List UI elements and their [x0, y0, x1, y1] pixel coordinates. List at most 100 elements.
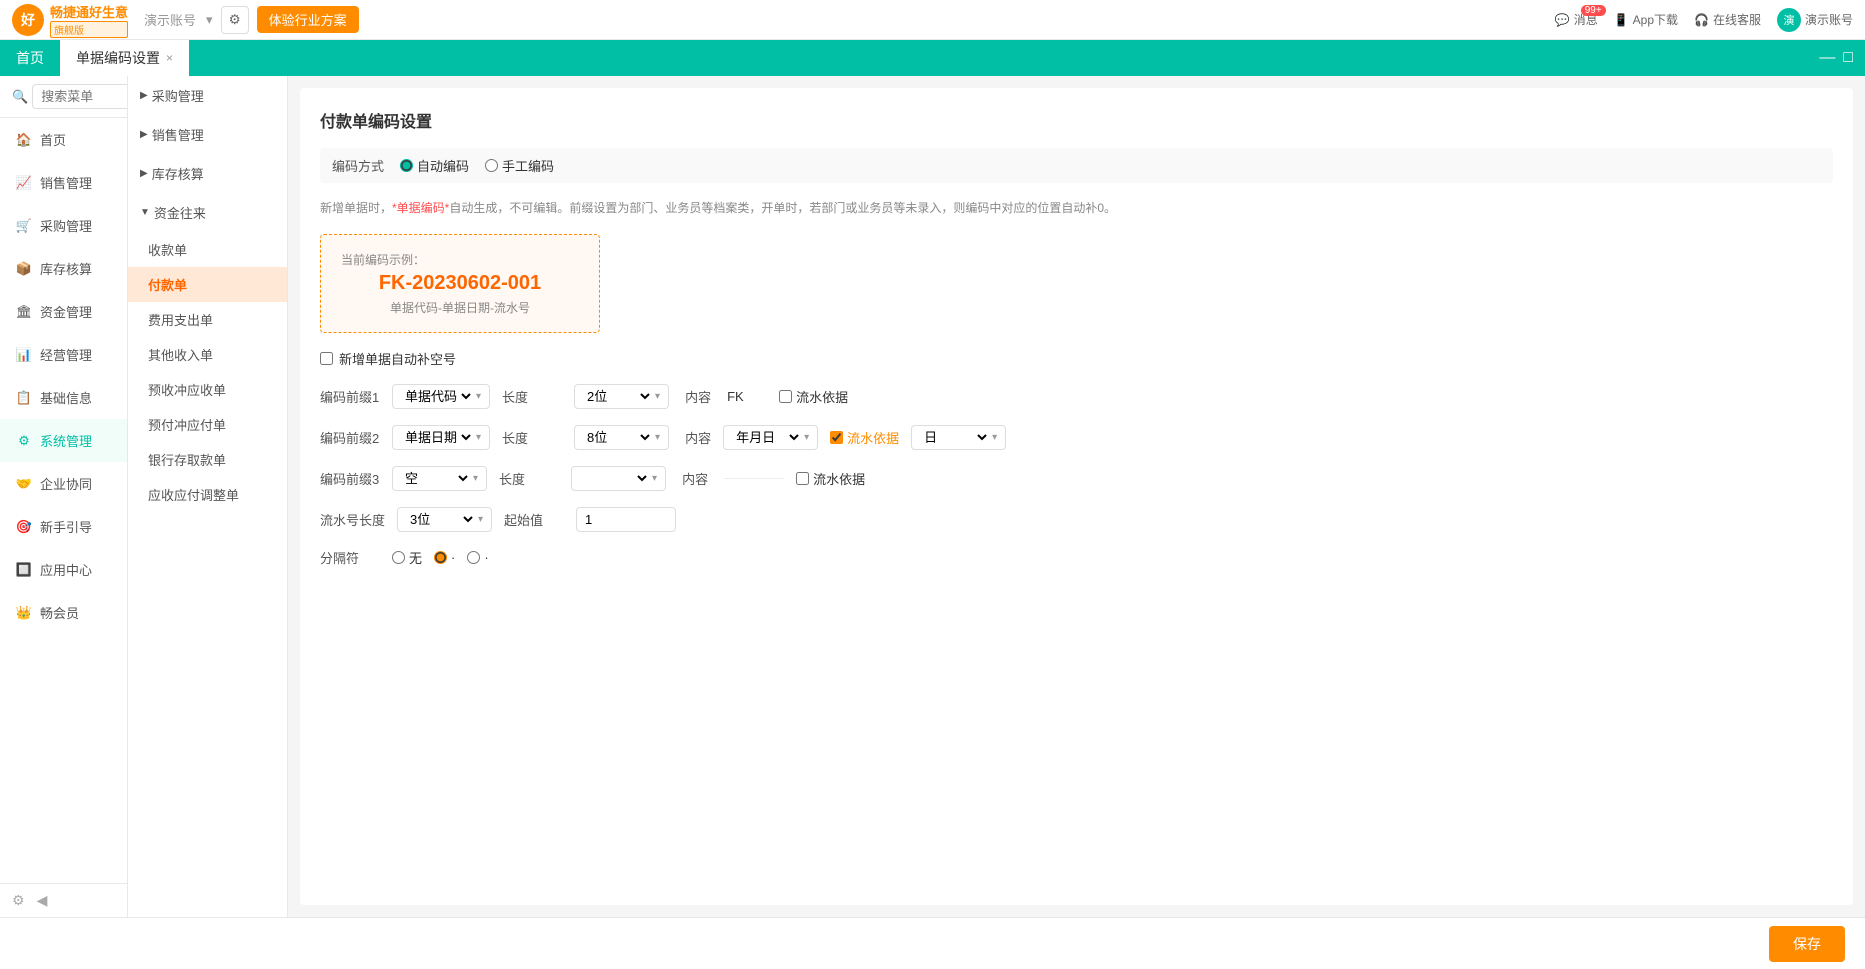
prefix-3-select[interactable]: 空	[401, 470, 471, 487]
example-sub: 单据代码-单据日期-流水号	[341, 299, 579, 316]
manual-code-radio-input[interactable]	[485, 159, 498, 172]
sep-dot-radio[interactable]	[434, 551, 447, 564]
sidebar-settings-icon[interactable]: ⚙	[12, 892, 25, 909]
sep-none[interactable]: 无	[392, 548, 422, 567]
sidebar-item-purchase[interactable]: 🛒 采购管理	[0, 204, 127, 247]
search-input[interactable]	[32, 84, 128, 109]
manual-code-radio[interactable]: 手工编码	[485, 156, 554, 175]
prefix-2-select[interactable]: 单据日期	[401, 429, 474, 446]
sub-item-bank[interactable]: 银行存取款单	[128, 442, 287, 477]
auto-code-radio[interactable]: 自动编码	[400, 156, 469, 175]
info-emphasis: *单据编码*	[392, 201, 449, 215]
content-2-select-wrap[interactable]: 年月日 ▾	[723, 425, 818, 450]
dropdown-arrow-icon[interactable]: ▾	[206, 12, 213, 28]
online-service-button[interactable]: 🎧 在线客服	[1694, 11, 1761, 28]
length-2-select[interactable]: 8位	[583, 429, 653, 446]
sidebar-item-collab-label: 企业协同	[40, 474, 92, 493]
sub-item-other-income[interactable]: 其他收入单	[128, 337, 287, 372]
sidebar-item-inventory[interactable]: 📦 库存核算	[0, 247, 127, 290]
content-2-dropdown-icon: ▾	[804, 432, 809, 443]
content-2-label: 内容	[685, 428, 711, 447]
day-select[interactable]: 日 月 年	[920, 429, 990, 446]
app-download-button[interactable]: 📱 App下载	[1614, 11, 1678, 28]
sub-item-expense[interactable]: 费用支出单	[128, 302, 287, 337]
serial-length-select-wrap[interactable]: 3位 4位 5位 ▾	[397, 507, 492, 532]
serial-length-select[interactable]: 3位 4位 5位	[406, 511, 476, 528]
sep-dot2-radio[interactable]	[467, 551, 480, 564]
maximize-icon[interactable]: □	[1843, 49, 1853, 67]
sub-group-purchase-title[interactable]: ▶ 采购管理	[128, 76, 287, 115]
serial-basis-3-checkbox[interactable]	[796, 472, 809, 485]
sidebar-item-apps-label: 应用中心	[40, 560, 92, 579]
sidebar-collapse-icon[interactable]: ◀	[37, 892, 48, 909]
inventory-icon: 📦	[16, 261, 32, 277]
prefix-2-select-wrap[interactable]: 单据日期 ▾	[392, 425, 490, 450]
prefix-1-dropdown-icon: ▾	[476, 391, 481, 402]
sub-group-funds-label: 资金往来	[154, 203, 206, 222]
app-download-label: App下载	[1633, 11, 1678, 28]
auto-fill-checkbox[interactable]	[320, 352, 333, 365]
length-1-select[interactable]: 2位	[583, 388, 653, 405]
app-name: 畅捷通好生意	[50, 2, 128, 21]
sub-group-funds-title[interactable]: ▼ 资金往来	[128, 193, 287, 232]
serial-basis-2[interactable]: 流水依据	[830, 428, 899, 447]
sub-group-funds: ▼ 资金往来 收款单 付款单 费用支出单 其他收入单 预收冲应收单 预付冲应付单…	[128, 193, 287, 512]
auto-code-radio-input[interactable]	[400, 159, 413, 172]
prefix-1-select-wrap[interactable]: 单据代码 ▾	[392, 384, 490, 409]
sub-item-ar-ap-adjust[interactable]: 应收应付调整单	[128, 477, 287, 512]
sep-none-radio[interactable]	[392, 551, 405, 564]
minimize-icon[interactable]: —	[1819, 49, 1835, 67]
save-button[interactable]: 保存	[1769, 926, 1845, 962]
prefix-3-select-wrap[interactable]: 空 ▾	[392, 466, 487, 491]
serial-length-dropdown-icon: ▾	[478, 514, 483, 525]
sidebar-item-basic-info[interactable]: 📋 基础信息	[0, 376, 127, 419]
search-icon: 🔍	[12, 89, 28, 105]
message-button[interactable]: 💬 消息 99+	[1555, 11, 1598, 28]
sub-item-payment[interactable]: 付款单	[128, 267, 287, 302]
home-icon: 🏠	[16, 132, 32, 148]
serial-basis-2-checkbox[interactable]	[830, 431, 843, 444]
length-2-select-wrap[interactable]: 8位 ▾	[574, 425, 669, 450]
sidebar-item-member[interactable]: 👑 畅会员	[0, 591, 127, 634]
sub-group-inventory-title[interactable]: ▶ 库存核算	[128, 154, 287, 193]
sidebar-item-apps[interactable]: 🔲 应用中心	[0, 548, 127, 591]
close-tab-icon[interactable]: ×	[166, 51, 173, 65]
sidebar-item-sales[interactable]: 📈 销售管理	[0, 161, 127, 204]
length-1-select-wrap[interactable]: 2位 ▾	[574, 384, 669, 409]
sidebar-item-system[interactable]: ⚙ 系统管理	[0, 419, 127, 462]
coding-method-radio-group: 自动编码 手工编码	[400, 156, 554, 175]
user-profile[interactable]: 演 演示账号	[1777, 8, 1853, 32]
length-3-select[interactable]	[580, 470, 650, 487]
sep-dot[interactable]: ·	[434, 550, 455, 565]
logo: 好 畅捷通好生意 旗舰版	[12, 2, 128, 38]
sidebar-item-guide[interactable]: 🎯 新手引导	[0, 505, 127, 548]
sidebar-bottom: ⚙ ◀	[0, 883, 127, 917]
sub-group-sales-title[interactable]: ▶ 销售管理	[128, 115, 287, 154]
serial-start-input[interactable]	[576, 507, 676, 532]
tab-bill-coding[interactable]: 单据编码设置 ×	[60, 40, 189, 76]
sub-item-prepaid-ap[interactable]: 预付冲应付单	[128, 407, 287, 442]
sidebar-item-management[interactable]: 📊 经营管理	[0, 333, 127, 376]
length-3-select-wrap[interactable]: ▾	[571, 466, 666, 491]
sidebar-item-collab[interactable]: 🤝 企业协同	[0, 462, 127, 505]
serial-basis-1-checkbox[interactable]	[779, 390, 792, 403]
arrow-right-icon-2: ▶	[140, 129, 148, 140]
content-2-select[interactable]: 年月日	[732, 429, 802, 446]
sep-dot2[interactable]: ·	[467, 550, 488, 565]
trial-button[interactable]: 体验行业方案	[257, 6, 359, 33]
separator-label: 分隔符	[320, 548, 380, 567]
serial-start-label: 起始值	[504, 510, 564, 529]
serial-basis-1[interactable]: 流水依据	[779, 387, 848, 406]
sidebar-item-finance[interactable]: 🏛 资金管理	[0, 290, 127, 333]
settings-button[interactable]: ⚙	[221, 6, 249, 34]
sub-item-receipt[interactable]: 收款单	[128, 232, 287, 267]
prefix-1-select[interactable]: 单据代码	[401, 388, 474, 405]
tab-home[interactable]: 首页	[0, 40, 60, 76]
day-select-wrap[interactable]: 日 月 年 ▾	[911, 425, 1006, 450]
collab-icon: 🤝	[16, 476, 32, 492]
sidebar-item-home[interactable]: 🏠 首页	[0, 118, 127, 161]
sep-dot2-label: ·	[484, 550, 488, 565]
sidebar-item-purchase-label: 采购管理	[40, 216, 92, 235]
sub-item-prepaid-ar[interactable]: 预收冲应收单	[128, 372, 287, 407]
serial-basis-3[interactable]: 流水依据	[796, 469, 865, 488]
